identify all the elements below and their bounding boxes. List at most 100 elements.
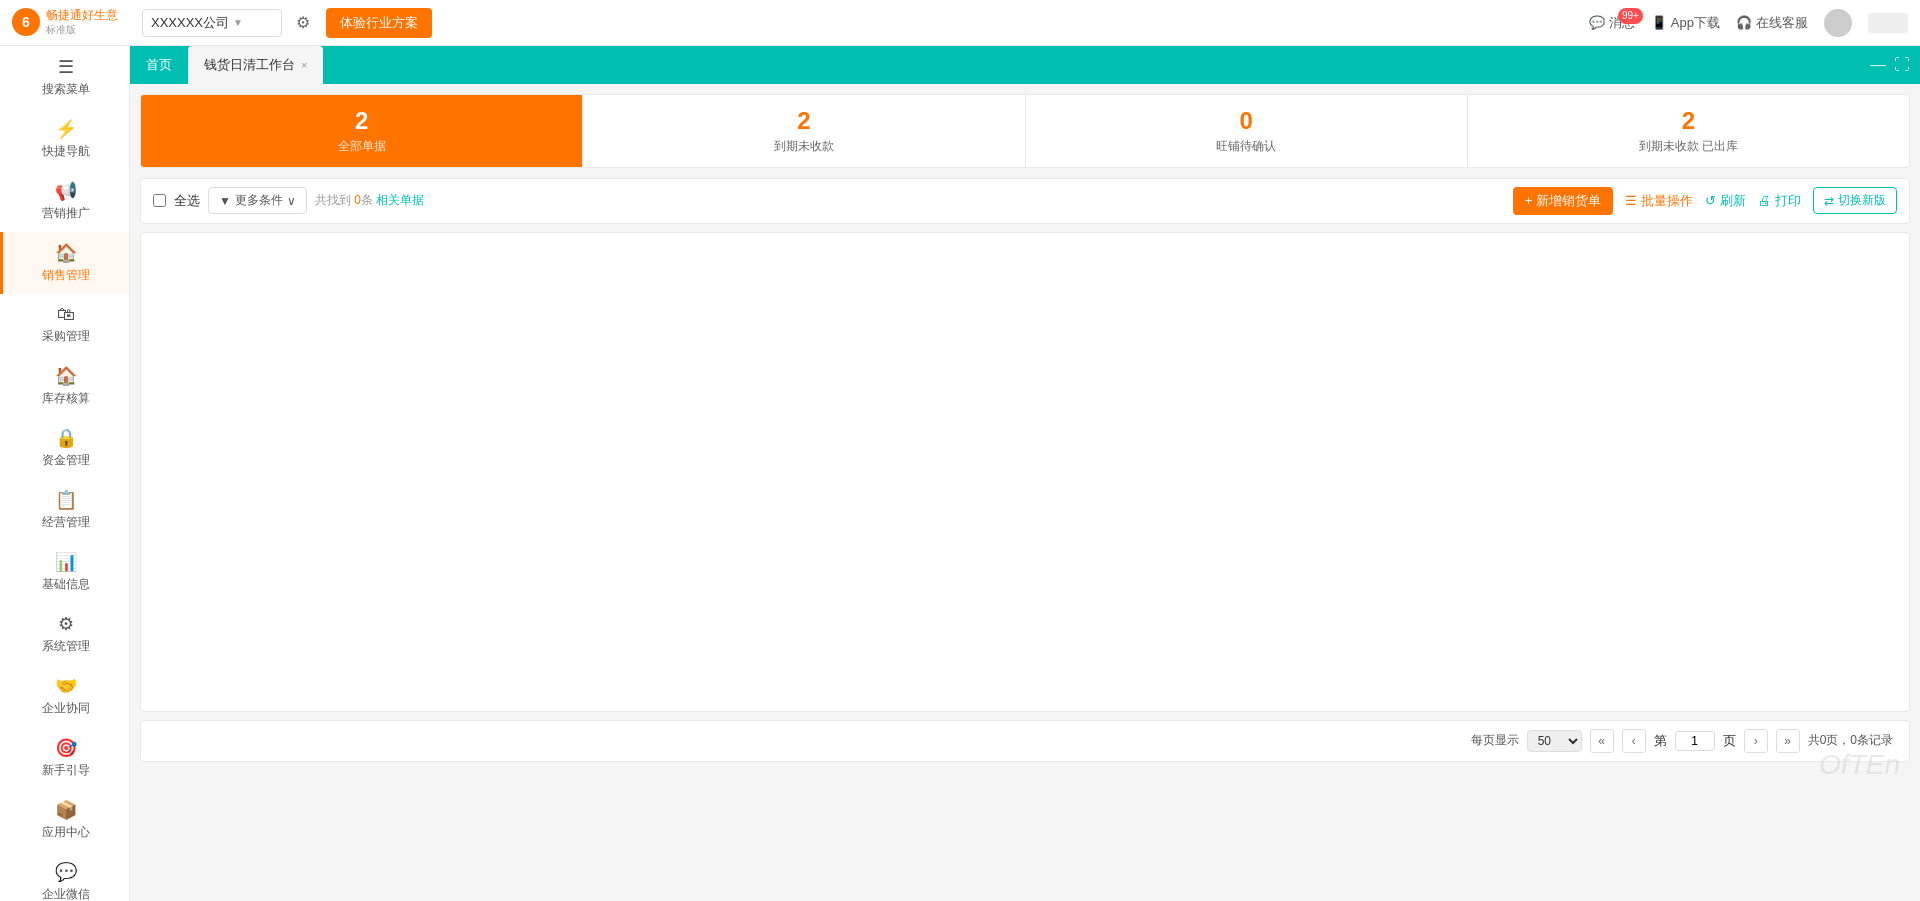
last-page-button[interactable]: » — [1776, 729, 1800, 753]
sidebar-item-label: 系统管理 — [42, 638, 90, 655]
sidebar-item-basic-info[interactable]: 📊 基础信息 — [0, 541, 129, 603]
sidebar-item-quick-nav[interactable]: ⚡ 快捷导航 — [0, 108, 129, 170]
sidebar-item-purchase[interactable]: 🛍 采购管理 — [0, 294, 129, 355]
sidebar-item-label: 搜索菜单 — [42, 81, 90, 98]
sidebar-item-guide[interactable]: 🎯 新手引导 — [0, 727, 129, 789]
found-count: 0 — [354, 193, 361, 207]
message-button[interactable]: 💬 消息 99+ — [1589, 14, 1635, 32]
filter-button[interactable]: ▼ 更多条件 ∨ — [208, 187, 307, 214]
sidebar-item-label: 库存核算 — [42, 390, 90, 407]
tab-active-label: 钱货日清工作台 — [204, 56, 295, 74]
tab-bar: 首页 钱货日清工作台 × — ⛶ — [130, 46, 1920, 84]
tab-close-icon[interactable]: × — [301, 59, 307, 71]
tab-qianhuoriqing[interactable]: 钱货日清工作台 × — [188, 46, 323, 84]
sidebar: ☰ 搜索菜单 ⚡ 快捷导航 📢 营销推广 🏠 销售管理 🛍 采购管理 🏠 库存核… — [0, 46, 130, 901]
sidebar-item-capital[interactable]: 🔒 资金管理 — [0, 417, 129, 479]
sidebar-item-system[interactable]: ⚙ 系统管理 — [0, 603, 129, 665]
sidebar-item-marketing[interactable]: 📢 营销推广 — [0, 170, 129, 232]
logo-sub: 标准版 — [46, 23, 118, 37]
cooperation-icon: 🤝 — [55, 675, 77, 697]
toolbar-right: + 新增销货单 ☰ 批量操作 ↺ 刷新 🖨 打印 ⇄ 切换新版 — [1513, 187, 1897, 215]
sidebar-item-inventory[interactable]: 🏠 库存核算 — [0, 355, 129, 417]
tab-home[interactable]: 首页 — [130, 46, 188, 84]
basic-info-icon: 📊 — [55, 551, 77, 573]
batch-operation-button[interactable]: ☰ 批量操作 — [1625, 192, 1693, 210]
batch-icon: ☰ — [1625, 193, 1637, 208]
filter-arrow: ∨ — [287, 194, 296, 208]
next-page-button[interactable]: › — [1744, 729, 1768, 753]
app-download-icon: 📱 — [1651, 15, 1667, 30]
online-service-label: 在线客服 — [1756, 14, 1808, 32]
sidebar-item-label: 基础信息 — [42, 576, 90, 593]
per-page-select[interactable]: 50 100 200 — [1527, 730, 1582, 752]
pagination: 每页显示 50 100 200 « ‹ 第 页 › » 共0页，0条记录 — [140, 720, 1910, 762]
found-unit: 条 — [361, 193, 373, 207]
found-link[interactable]: 相关单据 — [376, 193, 424, 207]
add-sales-order-button[interactable]: + 新增销货单 — [1513, 187, 1613, 215]
company-name: XXXXXX公司 — [151, 14, 229, 32]
search-menu-icon: ☰ — [58, 56, 74, 78]
switch-new-version-button[interactable]: ⇄ 切换新版 — [1813, 187, 1897, 214]
per-page-label: 每页显示 — [1471, 732, 1519, 749]
page-prefix: 第 — [1654, 732, 1667, 750]
stat-num-overdue: 2 — [603, 107, 1004, 136]
stat-num-wangpu: 0 — [1046, 107, 1447, 136]
sidebar-item-label: 经营管理 — [42, 514, 90, 531]
table-area — [140, 232, 1910, 712]
sidebar-item-wechat[interactable]: 💬 企业微信 — [0, 851, 129, 901]
table-empty-state — [141, 233, 1909, 711]
message-icon: 💬 — [1589, 15, 1605, 30]
online-service-button[interactable]: 🎧 在线客服 — [1736, 14, 1808, 32]
top-header: 6 畅捷通好生意 标准版 XXXXXX公司 ▼ ⚙ 体验行业方案 💬 消息 99… — [0, 0, 1920, 46]
try-industry-button[interactable]: 体验行业方案 — [326, 8, 432, 38]
page-suffix: 页 — [1723, 732, 1736, 750]
stat-label-wangpu: 旺铺待确认 — [1046, 138, 1447, 155]
logo-name: 畅捷通好生意 — [46, 8, 118, 22]
sidebar-item-business[interactable]: 📋 经营管理 — [0, 479, 129, 541]
app-center-icon: 📦 — [55, 799, 77, 821]
app-download-button[interactable]: 📱 App下载 — [1651, 14, 1720, 32]
filter-label: 更多条件 — [235, 192, 283, 209]
purchase-icon: 🛍 — [57, 304, 75, 325]
tab-expand-icon[interactable]: ⛶ — [1894, 56, 1910, 74]
main-content: 2 全部单据 2 到期未收款 0 旺铺待确认 2 到期未收款 已出库 全选 ▼ … — [130, 84, 1920, 901]
sidebar-item-cooperation[interactable]: 🤝 企业协同 — [0, 665, 129, 727]
sales-icon: 🏠 — [55, 242, 77, 264]
sidebar-item-label: 企业微信 — [42, 886, 90, 901]
sidebar-item-app-center[interactable]: 📦 应用中心 — [0, 789, 129, 851]
tab-minimize-icon[interactable]: — — [1870, 56, 1886, 74]
stat-num-all: 2 — [161, 107, 562, 136]
wechat-icon: 💬 — [55, 861, 77, 883]
switch-icon: ⇄ — [1824, 194, 1834, 208]
select-all-checkbox[interactable] — [153, 194, 166, 207]
prev-page-button[interactable]: ‹ — [1622, 729, 1646, 753]
stats-row: 2 全部单据 2 到期未收款 0 旺铺待确认 2 到期未收款 已出库 — [140, 94, 1910, 168]
sidebar-item-label: 企业协同 — [42, 700, 90, 717]
stat-card-all[interactable]: 2 全部单据 — [141, 95, 583, 167]
refresh-label: 刷新 — [1720, 192, 1746, 210]
company-selector[interactable]: XXXXXX公司 ▼ — [142, 9, 282, 37]
app-download-label: App下载 — [1671, 14, 1720, 32]
online-service-icon: 🎧 — [1736, 15, 1752, 30]
first-page-button[interactable]: « — [1590, 729, 1614, 753]
stat-card-overdue-unshipped[interactable]: 2 到期未收款 已出库 — [1468, 95, 1909, 167]
stat-label-overdue: 到期未收款 — [603, 138, 1004, 155]
toolbar-left: 全选 ▼ 更多条件 ∨ 共找到 0条 相关单据 — [153, 187, 424, 214]
sidebar-item-label: 销售管理 — [42, 267, 90, 284]
avatar[interactable] — [1824, 9, 1852, 37]
page-total: 共0页，0条记录 — [1808, 732, 1893, 749]
sidebar-item-label: 资金管理 — [42, 452, 90, 469]
refresh-button[interactable]: ↺ 刷新 — [1705, 192, 1746, 210]
tab-bar-actions: — ⛶ — [1870, 56, 1920, 74]
select-all-label: 全选 — [174, 192, 200, 210]
sidebar-item-sales[interactable]: 🏠 销售管理 — [0, 232, 129, 294]
sidebar-item-search-menu[interactable]: ☰ 搜索菜单 — [0, 46, 129, 108]
refresh-icon: ↺ — [1705, 193, 1716, 208]
page-number-input[interactable] — [1675, 731, 1715, 751]
stat-card-wangpu-pending[interactable]: 0 旺铺待确认 — [1026, 95, 1468, 167]
filter-icon: ▼ — [219, 194, 231, 208]
stat-card-overdue-uncollected[interactable]: 2 到期未收款 — [583, 95, 1025, 167]
sidebar-item-label: 快捷导航 — [42, 143, 90, 160]
print-button[interactable]: 🖨 打印 — [1758, 192, 1801, 210]
settings-button[interactable]: ⚙ — [288, 8, 318, 38]
